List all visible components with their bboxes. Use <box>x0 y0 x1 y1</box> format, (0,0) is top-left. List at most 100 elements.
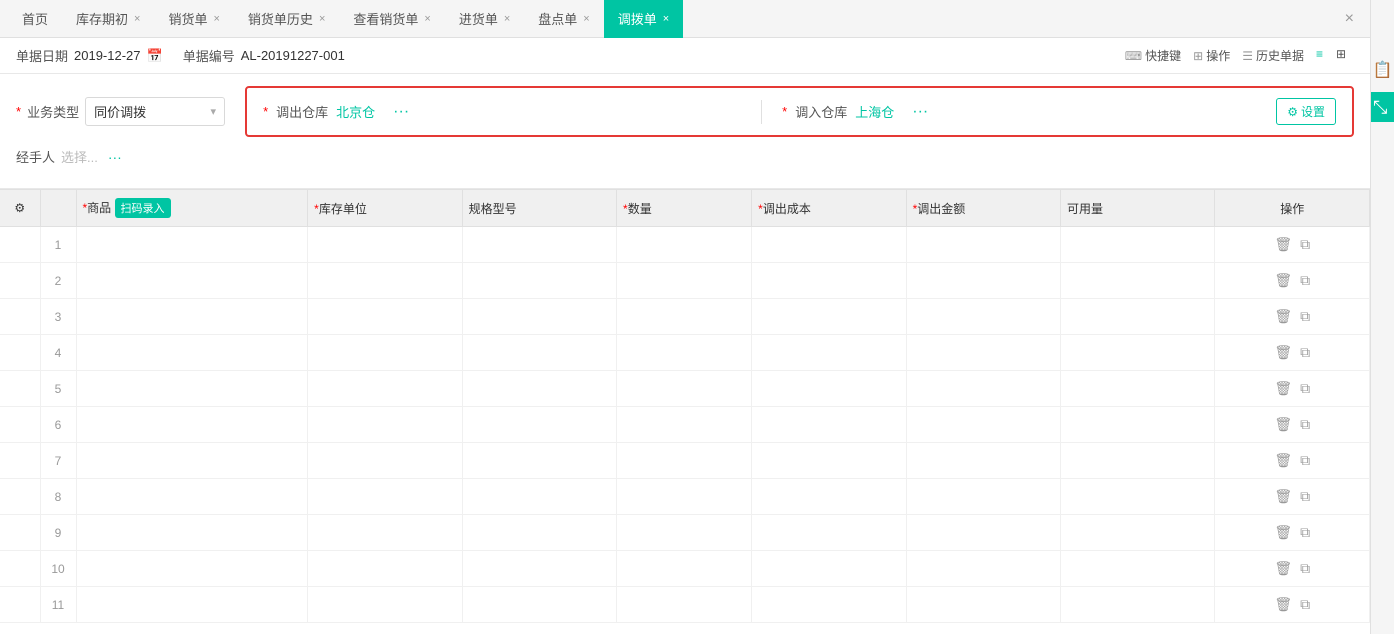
layout-list-icon[interactable]: ≡ <box>1316 47 1334 65</box>
history-button[interactable]: ☰ 历史单据 <box>1242 47 1304 64</box>
delete-icon[interactable]: 🗑 <box>1274 380 1292 397</box>
delete-icon[interactable]: 🗑 <box>1274 344 1292 361</box>
row-spec-cell[interactable] <box>462 551 616 587</box>
row-cost-cell[interactable] <box>752 515 906 551</box>
row-goods-cell[interactable] <box>76 227 308 263</box>
row-cost-cell[interactable] <box>752 443 906 479</box>
handler-more-button[interactable]: ··· <box>108 149 122 165</box>
row-unit-cell[interactable] <box>308 551 462 587</box>
row-amount-cell[interactable] <box>906 407 1060 443</box>
row-cost-cell[interactable] <box>752 371 906 407</box>
copy-icon[interactable]: ⧉ <box>1300 380 1310 397</box>
close-all-button[interactable]: × <box>1337 10 1362 28</box>
warehouse-setting-button[interactable]: ⚙ 设置 <box>1276 98 1336 125</box>
delete-icon[interactable]: 🗑 <box>1274 416 1292 433</box>
row-qty-cell[interactable] <box>617 551 752 587</box>
row-amount-cell[interactable] <box>906 443 1060 479</box>
delete-icon[interactable]: 🗑 <box>1274 524 1292 541</box>
row-spec-cell[interactable] <box>462 371 616 407</box>
tab-sales-order-close[interactable]: × <box>213 13 219 25</box>
copy-icon[interactable]: ⧉ <box>1300 488 1310 505</box>
row-amount-cell[interactable] <box>906 299 1060 335</box>
row-unit-cell[interactable] <box>308 479 462 515</box>
delete-icon[interactable]: 🗑 <box>1274 488 1292 505</box>
warehouse-out-value[interactable]: 北京仓 <box>336 102 375 121</box>
delete-icon[interactable]: 🗑 <box>1274 272 1292 289</box>
tab-stocktake-close[interactable]: × <box>583 13 589 25</box>
row-unit-cell[interactable] <box>308 227 462 263</box>
row-goods-cell[interactable] <box>76 515 308 551</box>
col-setting-header[interactable]: ⚙ <box>0 190 40 227</box>
row-spec-cell[interactable] <box>462 443 616 479</box>
tab-stocktake[interactable]: 盘点单 × <box>524 0 603 38</box>
delete-icon[interactable]: 🗑 <box>1274 308 1292 325</box>
row-unit-cell[interactable] <box>308 515 462 551</box>
tab-inventory-init[interactable]: 库存期初 × <box>62 0 154 38</box>
tab-inventory-init-close[interactable]: × <box>134 13 140 25</box>
delete-icon[interactable]: 🗑 <box>1274 560 1292 577</box>
row-amount-cell[interactable] <box>906 479 1060 515</box>
row-goods-cell[interactable] <box>76 407 308 443</box>
delete-icon[interactable]: 🗑 <box>1274 452 1292 469</box>
row-qty-cell[interactable] <box>617 227 752 263</box>
row-amount-cell[interactable] <box>906 371 1060 407</box>
row-unit-cell[interactable] <box>308 443 462 479</box>
tab-sales-order[interactable]: 销货单 × <box>154 0 233 38</box>
tab-transfer[interactable]: 调拨单 × <box>604 0 683 38</box>
row-goods-cell[interactable] <box>76 551 308 587</box>
row-cost-cell[interactable] <box>752 479 906 515</box>
tab-purchase-order[interactable]: 进货单 × <box>445 0 524 38</box>
row-spec-cell[interactable] <box>462 299 616 335</box>
copy-icon[interactable]: ⧉ <box>1300 308 1310 325</box>
tab-view-sales-close[interactable]: × <box>424 13 430 25</box>
row-goods-cell[interactable] <box>76 263 308 299</box>
row-unit-cell[interactable] <box>308 263 462 299</box>
copy-icon[interactable]: ⧉ <box>1300 560 1310 577</box>
row-cost-cell[interactable] <box>752 587 906 623</box>
scan-button[interactable]: 扫码录入 <box>115 198 171 218</box>
business-type-select[interactable]: 同价调拨 ▾ <box>85 97 225 126</box>
row-amount-cell[interactable] <box>906 335 1060 371</box>
row-spec-cell[interactable] <box>462 263 616 299</box>
tab-home[interactable]: 首页 <box>8 0 62 38</box>
row-qty-cell[interactable] <box>617 587 752 623</box>
copy-icon[interactable]: ⧉ <box>1300 416 1310 433</box>
row-cost-cell[interactable] <box>752 407 906 443</box>
layout-grid-icon[interactable]: ⊞ <box>1336 47 1354 65</box>
row-qty-cell[interactable] <box>617 479 752 515</box>
row-cost-cell[interactable] <box>752 335 906 371</box>
row-qty-cell[interactable] <box>617 515 752 551</box>
tab-sales-history[interactable]: 销货单历史 × <box>234 0 339 38</box>
row-amount-cell[interactable] <box>906 227 1060 263</box>
warehouse-in-value[interactable]: 上海仓 <box>855 102 894 121</box>
warehouse-out-more-button[interactable]: ··· <box>393 103 409 121</box>
row-amount-cell[interactable] <box>906 587 1060 623</box>
tab-sales-history-close[interactable]: × <box>319 13 325 25</box>
tab-view-sales[interactable]: 查看销货单 × <box>339 0 444 38</box>
row-goods-cell[interactable] <box>76 443 308 479</box>
row-cost-cell[interactable] <box>752 551 906 587</box>
row-spec-cell[interactable] <box>462 335 616 371</box>
row-amount-cell[interactable] <box>906 263 1060 299</box>
row-unit-cell[interactable] <box>308 407 462 443</box>
row-cost-cell[interactable] <box>752 227 906 263</box>
row-goods-cell[interactable] <box>76 479 308 515</box>
row-cost-cell[interactable] <box>752 299 906 335</box>
operation-button[interactable]: ⊞ 操作 <box>1193 47 1230 64</box>
handler-select[interactable]: 选择... <box>61 147 98 166</box>
row-unit-cell[interactable] <box>308 299 462 335</box>
row-spec-cell[interactable] <box>462 515 616 551</box>
delete-icon[interactable]: 🗑 <box>1274 596 1292 613</box>
row-qty-cell[interactable] <box>617 371 752 407</box>
row-spec-cell[interactable] <box>462 227 616 263</box>
copy-icon[interactable]: ⧉ <box>1300 596 1310 613</box>
row-cost-cell[interactable] <box>752 263 906 299</box>
tab-purchase-order-close[interactable]: × <box>504 13 510 25</box>
row-amount-cell[interactable] <box>906 551 1060 587</box>
row-unit-cell[interactable] <box>308 587 462 623</box>
copy-icon[interactable]: ⧉ <box>1300 236 1310 253</box>
note-icon[interactable]: 📋 <box>1373 60 1393 80</box>
row-goods-cell[interactable] <box>76 335 308 371</box>
row-spec-cell[interactable] <box>462 479 616 515</box>
row-qty-cell[interactable] <box>617 299 752 335</box>
